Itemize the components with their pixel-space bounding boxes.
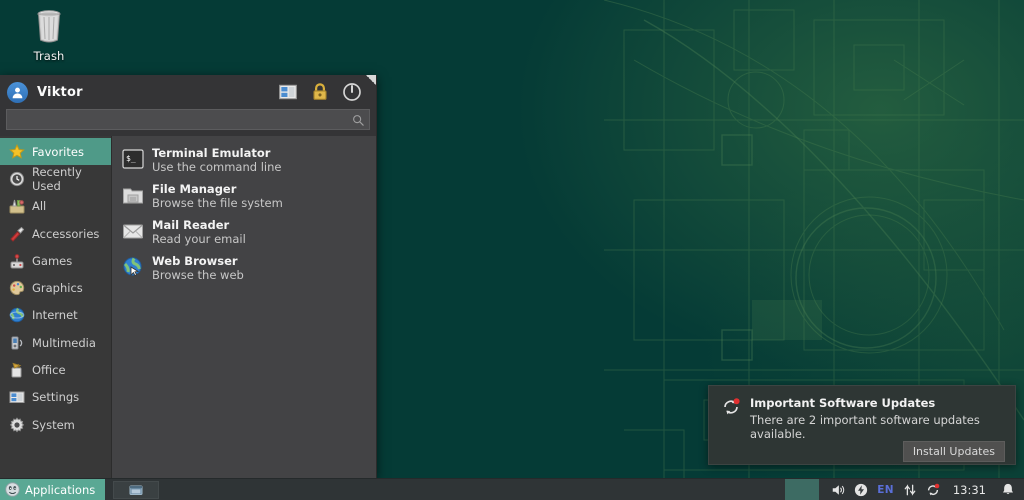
- taskbar-panel: Applications EN 13:31: [0, 478, 1024, 500]
- category-item-office[interactable]: Office: [0, 356, 111, 383]
- lock-screen-button[interactable]: [310, 82, 330, 102]
- app-description: Browse the file system: [152, 196, 283, 211]
- show-desktop-button[interactable]: [785, 478, 820, 500]
- mail-icon: [123, 224, 143, 239]
- terminal-icon: $_: [122, 149, 144, 169]
- app-item-mail-reader[interactable]: Mail Reader Read your email: [112, 214, 376, 250]
- category-item-graphics[interactable]: Graphics: [0, 274, 111, 301]
- trash-icon: [37, 10, 61, 43]
- application-list: $_ Terminal Emulator Use the command lin…: [112, 136, 376, 478]
- category-item-settings[interactable]: Settings: [0, 384, 111, 411]
- category-label: Multimedia: [32, 335, 96, 350]
- category-item-internet[interactable]: Internet: [0, 302, 111, 329]
- app-name: Mail Reader: [152, 218, 230, 232]
- notification-content: Important Software Updates There are 2 i…: [721, 396, 1005, 441]
- category-item-games[interactable]: Games: [0, 247, 111, 274]
- avatar: [7, 81, 28, 103]
- power-icon: [343, 83, 361, 101]
- notification-actions: Install Updates: [721, 441, 1005, 462]
- applications-icon: [9, 200, 25, 214]
- app-item-file-manager[interactable]: File Manager Browse the file system: [112, 178, 376, 214]
- desktop-icon-label: Trash: [33, 49, 65, 63]
- application-menu[interactable]: Viktor Favorites Recently Used All Acces…: [0, 75, 377, 478]
- install-updates-button[interactable]: Install Updates: [902, 441, 1005, 462]
- bell-icon[interactable]: [1001, 482, 1015, 497]
- applications-button[interactable]: Applications: [0, 478, 106, 500]
- menu-header: Viktor: [0, 75, 376, 109]
- globe-icon: [9, 308, 25, 323]
- category-item-accessories[interactable]: Accessories: [0, 220, 111, 247]
- category-item-recently-used[interactable]: Recently Used: [0, 164, 111, 193]
- app-name: File Manager: [152, 182, 237, 196]
- category-label: Office: [32, 363, 66, 378]
- category-label: Graphics: [32, 281, 83, 296]
- app-description: Use the command line: [152, 160, 282, 175]
- applications-button-label: Applications: [25, 482, 96, 497]
- category-list: Favorites Recently Used All Accessories …: [0, 136, 112, 478]
- menu-header-buttons: [278, 82, 370, 102]
- settings-icon: [279, 84, 297, 100]
- app-name: Terminal Emulator: [152, 146, 271, 160]
- category-label: System: [32, 417, 75, 432]
- star-icon: [9, 143, 25, 159]
- category-item-favorites[interactable]: Favorites: [0, 138, 111, 166]
- desktop[interactable]: Trash Viktor Favorites Recently Used All…: [0, 0, 1024, 500]
- app-item-terminal-emulator[interactable]: $_ Terminal Emulator Use the command lin…: [112, 142, 376, 178]
- network-updown-icon[interactable]: [903, 483, 917, 497]
- svg-text:$_: $_: [126, 154, 136, 163]
- power-manager-icon[interactable]: [854, 483, 868, 497]
- clock-icon: [9, 171, 25, 187]
- app-item-web-browser[interactable]: Web Browser Browse the web: [112, 250, 376, 286]
- search-row: [0, 109, 376, 136]
- notification-body: There are 2 important software updates a…: [750, 413, 980, 441]
- log-out-button[interactable]: [342, 82, 362, 102]
- category-label: All: [32, 199, 47, 214]
- category-label: Settings: [32, 390, 80, 405]
- notification-title: Important Software Updates: [750, 396, 936, 410]
- user-name: Viktor: [37, 84, 83, 100]
- app-description: Browse the web: [152, 268, 244, 283]
- category-item-multimedia[interactable]: Multimedia: [0, 329, 111, 356]
- window-icon: [129, 485, 143, 495]
- app-name: Web Browser: [152, 254, 238, 268]
- category-label: Accessories: [32, 226, 100, 241]
- web-browser-icon: [123, 257, 142, 277]
- xfce-mouse-icon: [5, 482, 20, 497]
- category-label: Favorites: [32, 144, 84, 159]
- lock-icon: [313, 83, 327, 100]
- settings-manager-button[interactable]: [278, 82, 298, 102]
- graphics-icon: [9, 281, 25, 296]
- clock[interactable]: 13:31: [949, 483, 992, 497]
- keyboard-layout-indicator[interactable]: EN: [877, 484, 894, 496]
- window-buttons: [105, 480, 160, 499]
- notification-popup[interactable]: Important Software Updates There are 2 i…: [708, 385, 1016, 465]
- search-input[interactable]: [13, 111, 352, 128]
- category-item-all[interactable]: All: [0, 193, 111, 220]
- resize-grip[interactable]: [366, 75, 376, 85]
- category-label: Internet: [32, 308, 78, 323]
- search-icon: [353, 114, 364, 126]
- user-icon: [12, 87, 23, 98]
- category-label: Recently Used: [32, 164, 82, 193]
- desktop-icon-trash[interactable]: Trash: [14, 6, 84, 63]
- multimedia-icon: [11, 336, 23, 350]
- category-item-system[interactable]: System: [0, 411, 111, 438]
- software-update-tray-icon[interactable]: [926, 483, 940, 497]
- accessories-icon: [10, 226, 25, 242]
- system-tray: EN 13:31: [819, 479, 1024, 500]
- category-label: Games: [32, 253, 73, 268]
- window-button-file-manager[interactable]: [113, 480, 160, 499]
- menu-body: Favorites Recently Used All Accessories …: [0, 136, 376, 478]
- gear-icon: [9, 417, 25, 432]
- app-description: Read your email: [152, 232, 246, 247]
- software-update-icon: [724, 398, 740, 415]
- games-icon: [10, 253, 24, 269]
- volume-icon[interactable]: [831, 483, 845, 497]
- settings-icon: [9, 391, 25, 404]
- folder-icon: [123, 188, 143, 204]
- office-icon: [11, 362, 22, 378]
- search-box[interactable]: [6, 109, 370, 130]
